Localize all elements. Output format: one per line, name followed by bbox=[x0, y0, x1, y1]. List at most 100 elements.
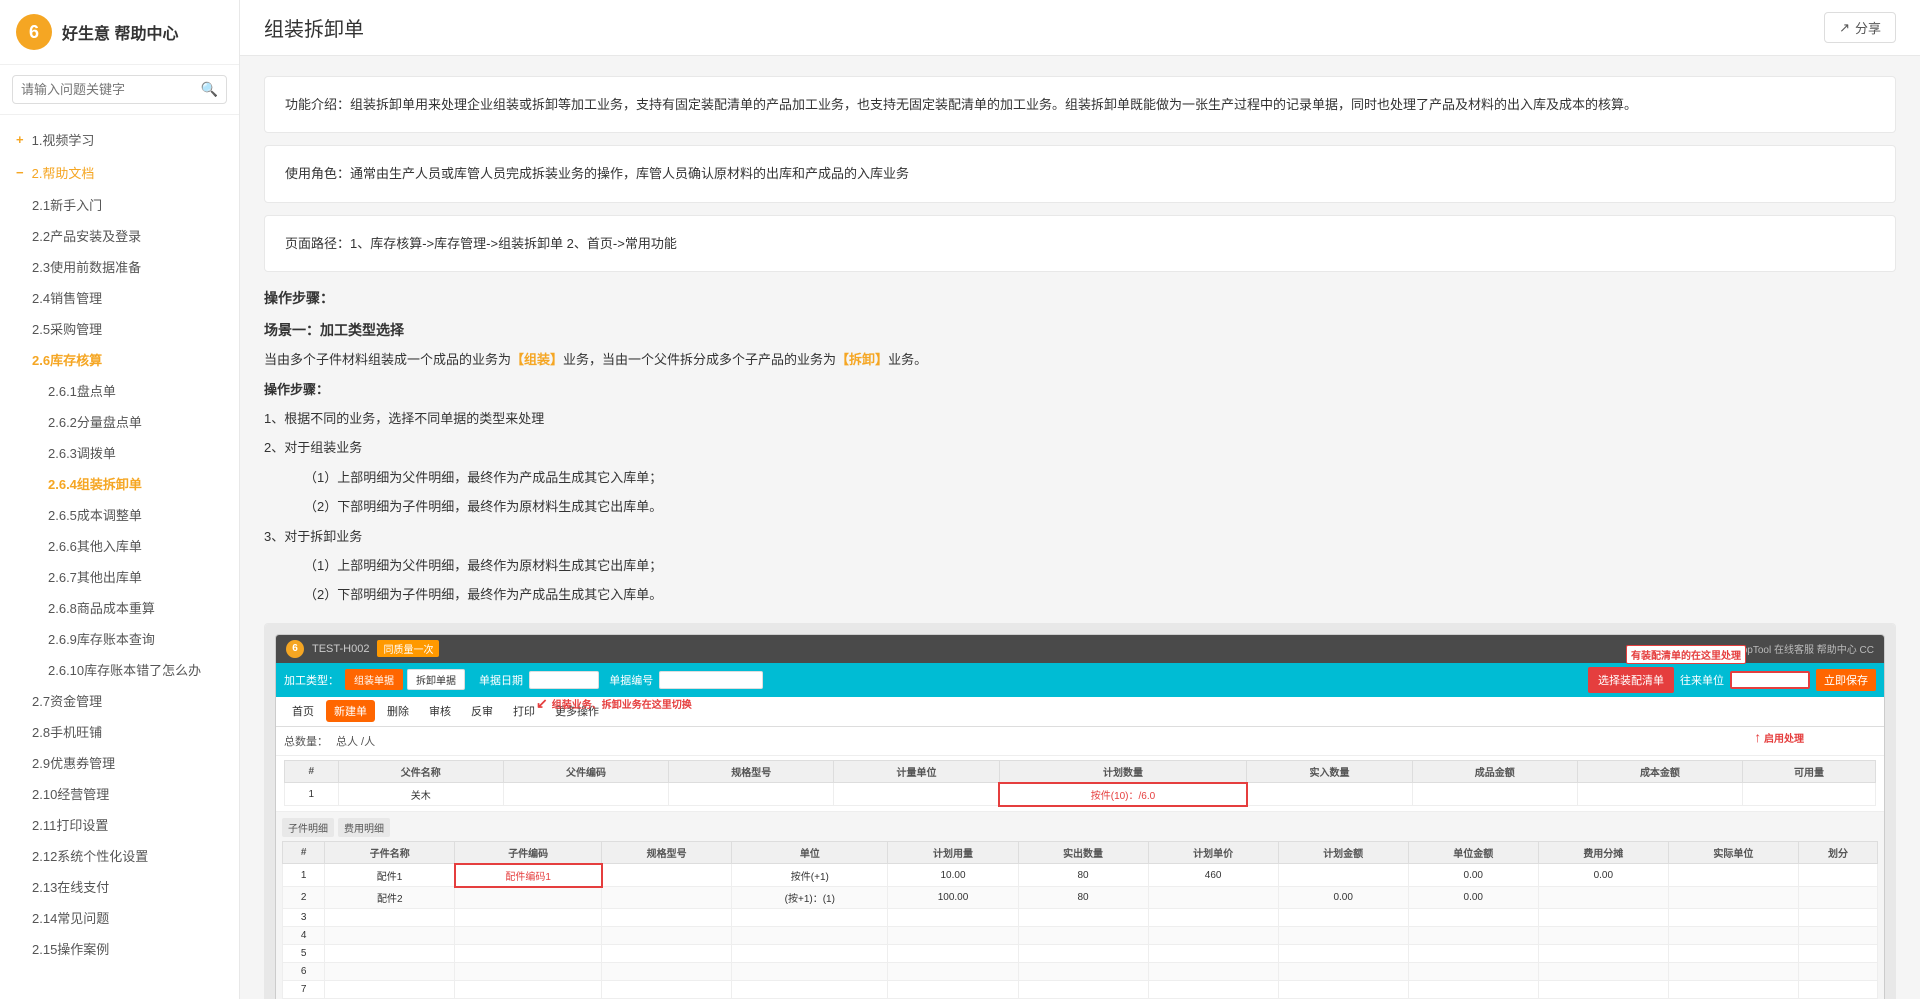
nav-approve[interactable]: 审核 bbox=[421, 700, 459, 722]
app-window-header: 加工类型： 组装单据 拆卸单据 单据日期 2019-12-26 单据编号 AD-… bbox=[276, 663, 1884, 697]
search-area: 🔍 bbox=[0, 65, 239, 115]
table-row: 1 配件1 配件编码1 按件(+1) 10.00 80 460 0.00 bbox=[283, 864, 1878, 887]
sidebar-item-partial-stocktake[interactable]: 2.6.2分量盘点单 bbox=[48, 406, 239, 437]
sidebar-item-cases[interactable]: 2.15操作案例 bbox=[32, 933, 239, 964]
sidebar-item-coupons[interactable]: 2.9优惠券管理 bbox=[32, 747, 239, 778]
steps-sub-title: 操作步骤： bbox=[264, 378, 1896, 401]
sidebar-item-other-in[interactable]: 2.6.6其他入库单 bbox=[48, 530, 239, 561]
sidebar-item-newuser[interactable]: 2.1新手入门 bbox=[32, 189, 239, 220]
steps-title: 操作步骤： bbox=[264, 288, 1896, 308]
sidebar-item-purchase[interactable]: 2.5采购管理 bbox=[32, 313, 239, 344]
col-product-amount: 成品金额 bbox=[1412, 760, 1577, 783]
intro-block-3: 页面路径：1、库存核算->库存管理->组装拆卸单 2、首页->常用功能 bbox=[264, 215, 1896, 272]
sidebar-item-install[interactable]: 2.2产品安装及登录 bbox=[32, 220, 239, 251]
sidebar-item-sales[interactable]: 2.4销售管理 bbox=[32, 282, 239, 313]
table-row: 6 bbox=[283, 963, 1878, 981]
select-bom-btn[interactable]: 选择装配清单 bbox=[1588, 667, 1674, 693]
cell-unit bbox=[834, 783, 999, 806]
nav-children-help: 2.1新手入门 2.2产品安装及登录 2.3使用前数据准备 2.4销售管理 2.… bbox=[0, 189, 239, 964]
type-assembly-btn[interactable]: 组装单据 bbox=[345, 669, 403, 690]
sidebar-item-other-out[interactable]: 2.6.7其他出库单 bbox=[48, 561, 239, 592]
scene1-title: 场景一：加工类型选择 bbox=[264, 320, 1896, 340]
warehouse-input[interactable] bbox=[1730, 671, 1810, 689]
nav-new[interactable]: 新建单 bbox=[326, 700, 375, 722]
sidebar-item-mobile[interactable]: 2.8手机旺铺 bbox=[32, 716, 239, 747]
billno-label: 单据编号 bbox=[609, 672, 653, 688]
sidebar-item-inventory-error[interactable]: 2.6.10库存账本错了怎么办 bbox=[48, 654, 239, 685]
intro-block-1: 功能介绍：组装拆卸单用来处理企业组装或拆卸等加工业务，支持有固定装配清单的产品加… bbox=[264, 76, 1896, 133]
cell-num: 1 bbox=[285, 783, 339, 806]
sidebar-item-cost-adjust[interactable]: 2.6.5成本调整单 bbox=[48, 499, 239, 530]
sidebar-item-stocktake[interactable]: 2.6.1盘点单 bbox=[48, 375, 239, 406]
annotation-enable: ↑ 启用处理 bbox=[1754, 729, 1804, 745]
nav-home[interactable]: 首页 bbox=[284, 700, 322, 722]
annotation-enable-label: 启用处理 bbox=[1764, 734, 1804, 745]
nav-group-help-docs: − 2.帮助文档 2.1新手入门 2.2产品安装及登录 2.3使用前数据准备 2… bbox=[0, 156, 239, 964]
intro-block-2: 使用角色：通常由生产人员或库管人员完成拆装业务的操作，库管人员确认原材料的出库和… bbox=[264, 145, 1896, 202]
assembly-link[interactable]: 【组装】 bbox=[511, 352, 563, 367]
nav-unapprove[interactable]: 反审 bbox=[463, 700, 501, 722]
lcol-unit: 单位 bbox=[732, 841, 888, 864]
search-icon[interactable]: 🔍 bbox=[201, 81, 218, 98]
nav-tree: + 1.视频学习 − 2.帮助文档 2.1新手入门 2.2产品安装及登录 2.3… bbox=[0, 115, 239, 999]
save-btn[interactable]: 立即保存 bbox=[1816, 669, 1876, 691]
lcol-child-name: 子件名称 bbox=[325, 841, 455, 864]
lcol-action: 划分 bbox=[1798, 841, 1877, 864]
sidebar-item-transfer[interactable]: 2.6.3调拨单 bbox=[48, 437, 239, 468]
date-input[interactable]: 2019-12-26 bbox=[529, 671, 599, 689]
nav-delete[interactable]: 删除 bbox=[379, 700, 417, 722]
sidebar-item-video-learning[interactable]: + 1.视频学习 bbox=[0, 123, 239, 156]
sidebar-item-assembly[interactable]: 2.6.4组装拆卸单 bbox=[48, 468, 239, 499]
billno-input[interactable]: AD-20191226-001 bbox=[659, 671, 763, 689]
disassembly-link[interactable]: 【拆卸】 bbox=[836, 352, 888, 367]
sidebar-item-help-docs[interactable]: − 2.帮助文档 bbox=[0, 156, 239, 189]
sidebar-item-inventory-query[interactable]: 2.6.9库存账本查询 bbox=[48, 623, 239, 654]
app-topbar-badge: 同质量一次 bbox=[377, 640, 439, 657]
type-disassembly-btn[interactable]: 拆卸单据 bbox=[407, 669, 465, 690]
sidebar-item-print[interactable]: 2.11打印设置 bbox=[32, 809, 239, 840]
lcol-child-code: 子件编码 bbox=[455, 841, 602, 864]
main-content: 组装拆卸单 ↗ 分享 功能介绍：组装拆卸单用来处理企业组装或拆卸等加工业务，支持… bbox=[240, 0, 1920, 999]
sidebar-item-inventory[interactable]: 2.6库存核算 bbox=[32, 344, 239, 375]
sidebar-item-funds[interactable]: 2.7资金管理 bbox=[32, 685, 239, 716]
sidebar-item-custom[interactable]: 2.12系统个性化设置 bbox=[32, 840, 239, 871]
annotation-switch: ↙ 组装业务、拆卸业务在这里切换 bbox=[536, 695, 692, 712]
sidebar-item-payment[interactable]: 2.13在线支付 bbox=[32, 871, 239, 902]
form-annotation-area: 总数量： 总人 /人 ↙ 组装业务、拆卸业务在这里切换 ↑ 启用处理 bbox=[276, 727, 1884, 756]
expand-icon: + bbox=[16, 132, 24, 147]
nav-group-video: + 1.视频学习 bbox=[0, 123, 239, 156]
content-area: 功能介绍：组装拆卸单用来处理企业组装或拆卸等加工业务，支持有固定装配清单的产品加… bbox=[240, 56, 1920, 999]
cell-product-amount bbox=[1412, 783, 1577, 806]
lower-table: # 子件名称 子件编码 规格型号 单位 计划用量 实出数量 计划单价 计划金额 bbox=[282, 841, 1878, 999]
sidebar-item-cost-recalc[interactable]: 2.6.8商品成本重算 bbox=[48, 592, 239, 623]
step2a-text: （1）上部明细为父件明细，最终作为产成品生成其它入库单； bbox=[264, 466, 1896, 489]
cell-cost-amount bbox=[1577, 783, 1742, 806]
annotation-switch-label: 组装业务、拆卸业务在这里切换 bbox=[552, 696, 692, 711]
col-actual-in: 实入数量 bbox=[1247, 760, 1412, 783]
lcol-num: # bbox=[283, 841, 325, 864]
step3-text: 3、对于拆卸业务 bbox=[264, 525, 1896, 548]
step2b-text: （2）下部明细为子件明细，最终作为原材料生成其它出库单。 bbox=[264, 495, 1896, 518]
nav-group-label: 1.视频学习 bbox=[32, 130, 95, 149]
sub-table-header: 子件明细 费用明细 bbox=[282, 818, 1878, 837]
window-header-right: 有装配清单的在这里处理 选择装配清单 往来单位 立即保存 bbox=[1588, 667, 1876, 693]
sub-tab-items[interactable]: 子件明细 bbox=[282, 818, 334, 837]
search-input[interactable] bbox=[21, 82, 201, 97]
annotation-switch-arrow: ↙ bbox=[536, 695, 548, 712]
table-row: 5 bbox=[283, 945, 1878, 963]
col-parent-code: 父件编码 bbox=[503, 760, 668, 783]
sidebar-item-faq[interactable]: 2.14常见问题 bbox=[32, 902, 239, 933]
annotation-label-1: 有装配清单的在这里处理 bbox=[1626, 645, 1746, 664]
upper-table-area: # 父件名称 父件编码 规格型号 计量单位 计划数量 实入数量 成品金额 成本金… bbox=[276, 756, 1884, 811]
share-button[interactable]: ↗ 分享 bbox=[1824, 12, 1896, 43]
table-row: 7 bbox=[283, 981, 1878, 999]
sidebar-item-operations[interactable]: 2.10经营管理 bbox=[32, 778, 239, 809]
sidebar: 6 好生意 帮助中心 🔍 + 1.视频学习 − 2.帮助文档 2.1新手入门 2… bbox=[0, 0, 240, 999]
col-unit: 计量单位 bbox=[834, 760, 999, 783]
sidebar-item-data-prep[interactable]: 2.3使用前数据准备 bbox=[32, 251, 239, 282]
sub-tab-fee[interactable]: 费用明细 bbox=[338, 818, 390, 837]
annotation-enable-arrow: ↑ bbox=[1754, 729, 1761, 745]
nav-sub-inventory: 2.6.1盘点单 2.6.2分量盘点单 2.6.3调拨单 2.6.4组装拆卸单 … bbox=[32, 375, 239, 685]
lcol-actual-unit: 实际单位 bbox=[1668, 841, 1798, 864]
lcol-plan-amount: 计划金额 bbox=[1278, 841, 1408, 864]
